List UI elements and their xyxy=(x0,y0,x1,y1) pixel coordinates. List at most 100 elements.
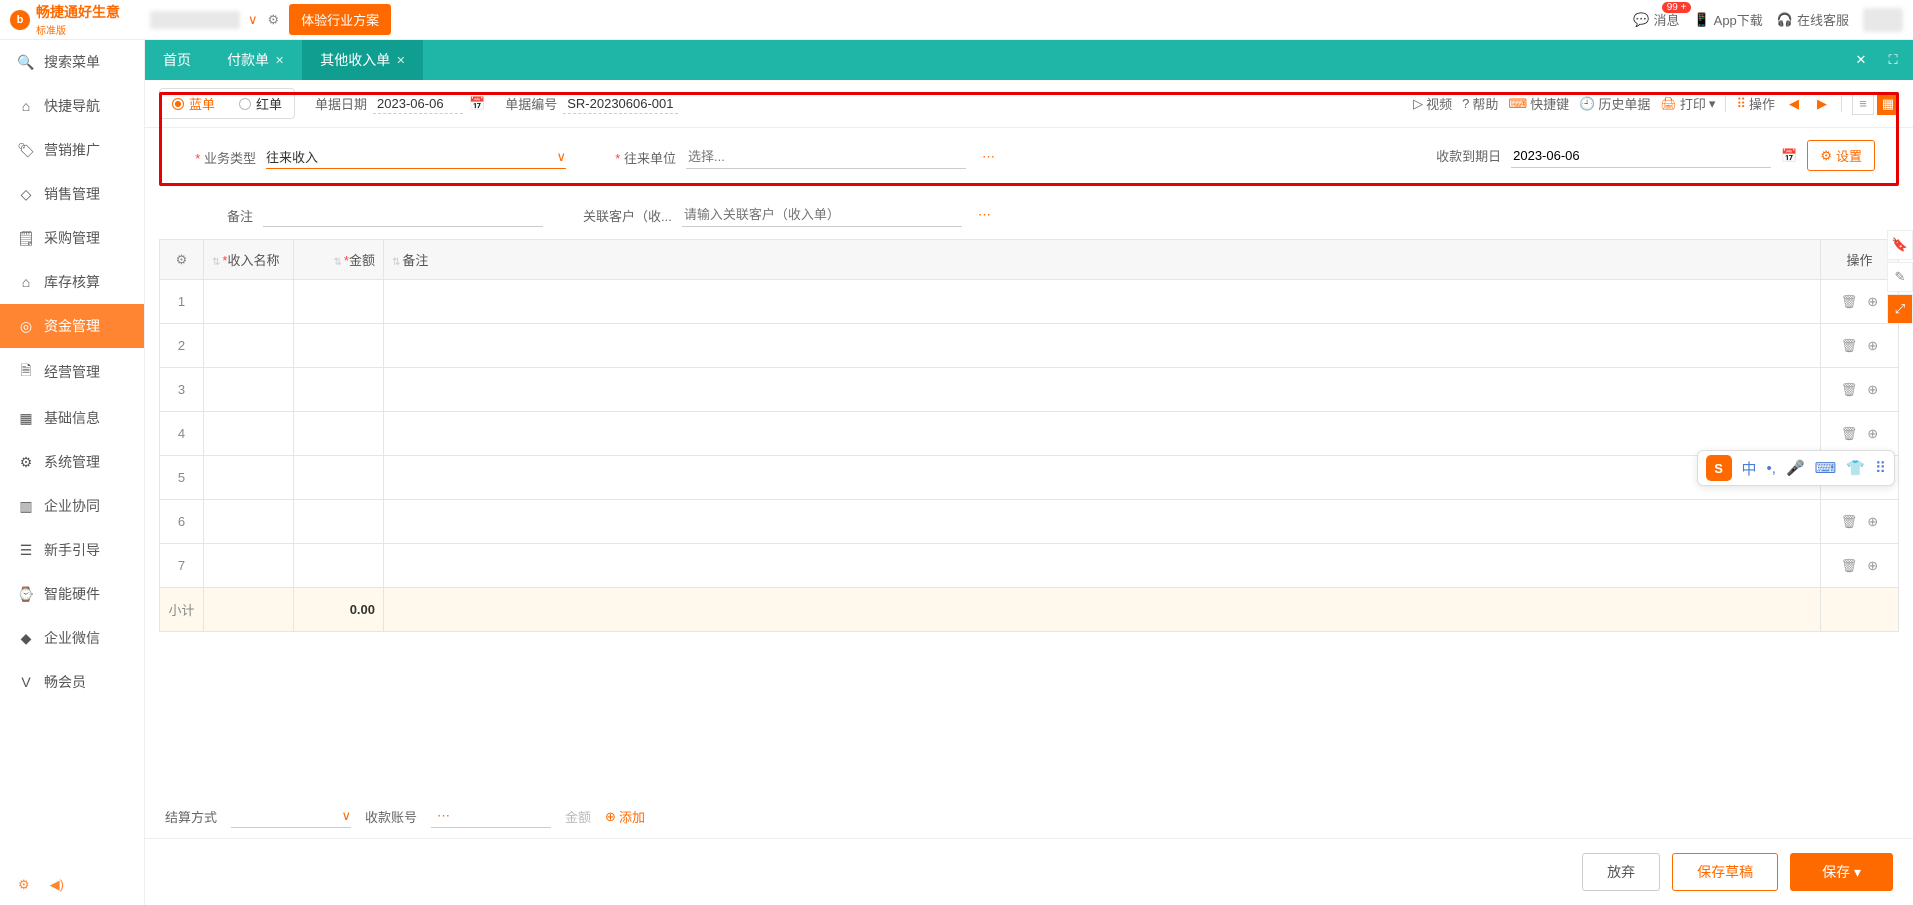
remark-field[interactable]: 备注 xyxy=(183,203,543,227)
ime-toolbar[interactable]: S 中 •, 🎤 ⌨ 👕 ⠿ xyxy=(1697,450,1895,486)
sidebar-item-collab[interactable]: ▥企业协同 xyxy=(0,484,144,528)
ime-menu-icon[interactable]: ⠿ xyxy=(1875,459,1886,477)
cell-name[interactable] xyxy=(204,544,294,588)
sidebar-item-member[interactable]: V畅会员 xyxy=(0,660,144,704)
messages-button[interactable]: 💬 消息 99 + xyxy=(1633,10,1679,29)
sidebar-item-inventory[interactable]: ⌂库存核算 xyxy=(0,260,144,304)
save-button[interactable]: 保存 ▾ xyxy=(1790,853,1893,891)
sidebar-item-search[interactable]: 🔍搜索菜单 xyxy=(0,40,144,84)
cell-remark[interactable] xyxy=(384,280,1821,324)
cell-amount[interactable] xyxy=(294,280,384,324)
sidebar-item-baseinfo[interactable]: ▦基础信息 xyxy=(0,396,144,440)
float-tag-icon[interactable]: 🔖 xyxy=(1887,230,1913,260)
app-download-button[interactable]: 📱 App下载 xyxy=(1693,10,1762,29)
sidebar-item-funds[interactable]: ◎资金管理 xyxy=(0,304,144,348)
sidebar-item-operation[interactable]: 🗎经营管理 xyxy=(0,348,144,396)
gear-icon[interactable]: ⚙ xyxy=(268,12,280,28)
cell-amount[interactable] xyxy=(294,544,384,588)
table-row[interactable]: 5🗑⊕ xyxy=(160,456,1899,500)
experience-button[interactable]: 体验行业方案 xyxy=(289,4,391,35)
add-settlement-button[interactable]: ⊕添加 xyxy=(605,807,645,826)
discard-button[interactable]: 放弃 xyxy=(1582,853,1660,891)
related-customer-input[interactable] xyxy=(682,203,962,227)
company-selector[interactable]: ∨ xyxy=(150,11,258,29)
customer-service-button[interactable]: 🎧 在线客服 xyxy=(1777,10,1849,29)
sidebar-item-quicknav[interactable]: ⌂快捷导航 xyxy=(0,84,144,128)
add-row-icon[interactable]: ⊕ xyxy=(1867,382,1878,398)
table-row[interactable]: 7🗑⊕ xyxy=(160,544,1899,588)
counterparty-field[interactable]: * 往来单位 ⋯ xyxy=(606,145,995,169)
tab-payment[interactable]: 付款单✕ xyxy=(209,40,302,80)
table-row[interactable]: 6🗑⊕ xyxy=(160,500,1899,544)
ime-lang[interactable]: 中 xyxy=(1742,458,1757,479)
cell-remark[interactable] xyxy=(384,456,1821,500)
cell-amount[interactable] xyxy=(294,324,384,368)
cell-name[interactable] xyxy=(204,280,294,324)
cell-remark[interactable] xyxy=(384,368,1821,412)
col-remark[interactable]: ⇅备注 xyxy=(384,240,1821,280)
add-row-icon[interactable]: ⊕ xyxy=(1867,294,1878,310)
delete-row-icon[interactable]: 🗑 xyxy=(1841,558,1858,574)
related-customer-field[interactable]: 关联客户（收... ⋯ xyxy=(583,203,991,227)
close-icon[interactable]: ✕ xyxy=(275,54,284,67)
ime-skin-icon[interactable]: 👕 xyxy=(1846,459,1865,477)
delete-row-icon[interactable]: 🗑 xyxy=(1841,514,1858,530)
cell-remark[interactable] xyxy=(384,500,1821,544)
more-icon[interactable]: ⋯ xyxy=(982,149,995,165)
add-row-icon[interactable]: ⊕ xyxy=(1867,338,1878,354)
settings-icon[interactable]: ⚙ xyxy=(18,877,30,893)
settle-method-select[interactable]: ∨ xyxy=(231,805,351,828)
table-row[interactable]: 3🗑⊕ xyxy=(160,368,1899,412)
cell-amount[interactable] xyxy=(294,412,384,456)
remark-input[interactable] xyxy=(263,203,543,227)
sidebar-item-purchase[interactable]: 🗒采购管理 xyxy=(0,216,144,260)
business-type-field[interactable]: * 业务类型 往来收入∨ xyxy=(186,145,566,169)
cell-remark[interactable] xyxy=(384,544,1821,588)
delete-row-icon[interactable]: 🗑 xyxy=(1841,382,1858,398)
cell-remark[interactable] xyxy=(384,324,1821,368)
sidebar-item-hardware[interactable]: ⌚智能硬件 xyxy=(0,572,144,616)
cell-name[interactable] xyxy=(204,324,294,368)
sidebar-item-sales[interactable]: ◇销售管理 xyxy=(0,172,144,216)
ime-punct-icon[interactable]: •, xyxy=(1767,460,1776,477)
tab-other-income[interactable]: 其他收入单✕ xyxy=(302,40,423,80)
delete-row-icon[interactable]: 🗑 xyxy=(1841,426,1858,442)
save-draft-button[interactable]: 保存草稿 xyxy=(1672,853,1778,891)
float-edit-icon[interactable]: ✎ xyxy=(1887,262,1913,292)
close-icon[interactable]: ✕ xyxy=(396,54,405,67)
collapse-icon[interactable]: ◀) xyxy=(50,877,64,893)
cell-name[interactable] xyxy=(204,456,294,500)
cell-name[interactable] xyxy=(204,500,294,544)
more-icon[interactable]: ⋯ xyxy=(978,207,991,223)
delete-row-icon[interactable]: 🗑 xyxy=(1841,338,1858,354)
settle-account-select[interactable]: ⋯ xyxy=(431,805,551,828)
cell-amount[interactable] xyxy=(294,456,384,500)
tab-close-all-icon[interactable]: ✕ xyxy=(1849,48,1873,72)
table-row[interactable]: 1🗑⊕ xyxy=(160,280,1899,324)
add-row-icon[interactable]: ⊕ xyxy=(1867,558,1878,574)
sidebar-item-marketing[interactable]: 🏷营销推广 xyxy=(0,128,144,172)
tab-home[interactable]: 首页 xyxy=(145,40,209,80)
cell-name[interactable] xyxy=(204,412,294,456)
cell-name[interactable] xyxy=(204,368,294,412)
add-row-icon[interactable]: ⊕ xyxy=(1867,426,1878,442)
table-row[interactable]: 4🗑⊕ xyxy=(160,412,1899,456)
fullscreen-icon[interactable]: ⛶ xyxy=(1881,48,1905,72)
sidebar-item-wecom[interactable]: ◆企业微信 xyxy=(0,616,144,660)
cell-amount[interactable] xyxy=(294,500,384,544)
col-amount[interactable]: ⇅*金额 xyxy=(294,240,384,280)
sidebar-item-system[interactable]: ⚙系统管理 xyxy=(0,440,144,484)
add-row-icon[interactable]: ⊕ xyxy=(1867,514,1878,530)
counterparty-input[interactable] xyxy=(686,145,966,169)
sidebar-item-guide[interactable]: ☰新手引导 xyxy=(0,528,144,572)
cell-remark[interactable] xyxy=(384,412,1821,456)
ime-mic-icon[interactable]: 🎤 xyxy=(1786,459,1805,477)
delete-row-icon[interactable]: 🗑 xyxy=(1841,294,1858,310)
ime-keyboard-icon[interactable]: ⌨ xyxy=(1815,459,1837,477)
table-row[interactable]: 2🗑⊕ xyxy=(160,324,1899,368)
col-config[interactable]: ⚙ xyxy=(160,240,204,280)
col-income-name[interactable]: ⇅*收入名称 xyxy=(204,240,294,280)
user-avatar[interactable] xyxy=(1863,8,1903,32)
float-expand-icon[interactable]: ⤢ xyxy=(1887,294,1913,324)
cell-amount[interactable] xyxy=(294,368,384,412)
